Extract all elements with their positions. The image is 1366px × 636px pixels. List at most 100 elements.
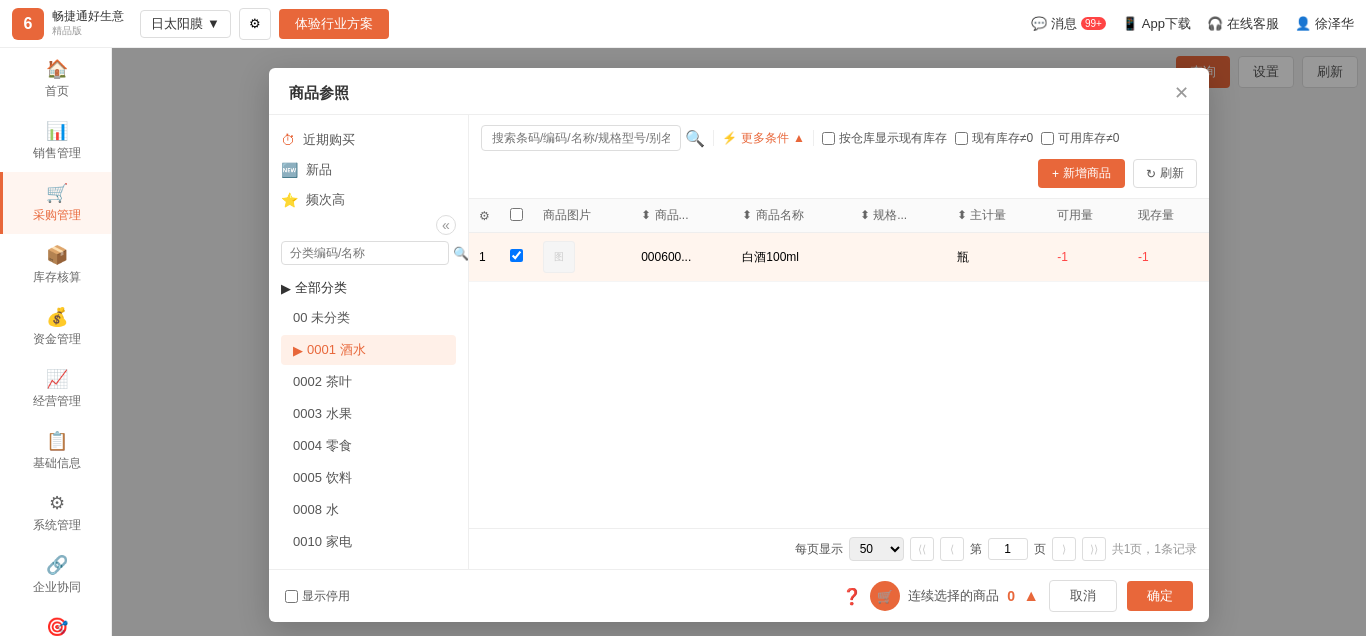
- last-page-button[interactable]: ⟩⟩: [1082, 537, 1106, 561]
- sidebar-item-basics[interactable]: 📋 基础信息: [0, 420, 111, 482]
- by-warehouse-checkbox[interactable]: [822, 132, 835, 145]
- all-categories-header[interactable]: ▶ 全部分类: [281, 273, 456, 303]
- chevron-down-icon: ▼: [207, 16, 220, 31]
- per-page-select[interactable]: 50 10 20 100: [849, 537, 904, 561]
- refresh-button[interactable]: ↻ 刷新: [1133, 159, 1197, 188]
- filter-chevron-up-icon: ▲: [793, 131, 805, 145]
- left-panel: ⏱ 近期购买 🆕 新品 ⭐ 频次高 «: [269, 115, 469, 569]
- recent-icon: ⏱: [281, 132, 295, 148]
- col-code[interactable]: ⬍ 商品...: [631, 199, 732, 233]
- nav-selector[interactable]: 日太阳膜 ▼: [140, 10, 231, 38]
- pagination: 每页显示 50 10 20 100 ⟨⟨ ⟨ 第 页: [469, 528, 1209, 569]
- nav-right: 💬 消息 99+ 📱 App下载 🎧 在线客服 👤 徐泽华: [1031, 15, 1354, 33]
- filter-icon: ⚡: [722, 131, 737, 145]
- help-icon[interactable]: ❓: [842, 587, 862, 606]
- row-select-checkbox[interactable]: [510, 249, 523, 262]
- refresh-icon: ↻: [1146, 167, 1156, 181]
- app-download-button[interactable]: 📱 App下载: [1122, 15, 1191, 33]
- left-high-frequency[interactable]: ⭐ 频次高: [269, 185, 468, 215]
- finance-icon: 💰: [46, 306, 68, 328]
- username-label: 徐泽华: [1315, 15, 1354, 33]
- modal-close-button[interactable]: ✕: [1174, 82, 1189, 104]
- page-number-input[interactable]: [988, 538, 1028, 560]
- category-item-0008[interactable]: 0008 水: [281, 495, 456, 525]
- show-disabled-checkbox[interactable]: [285, 590, 298, 603]
- category-item-0004[interactable]: 0004 零食: [281, 431, 456, 461]
- collapse-panel-button[interactable]: «: [436, 215, 456, 235]
- settings-button[interactable]: ⚙: [239, 8, 271, 40]
- modal-overlay: 商品参照 ✕ ⏱ 近期购买 🆕 新品: [112, 48, 1366, 636]
- col-spec[interactable]: ⬍ 规格...: [850, 199, 947, 233]
- category-item-0002[interactable]: 0002 茶叶: [281, 367, 456, 397]
- basics-icon: 📋: [46, 430, 68, 452]
- prev-page-button[interactable]: ⟨: [940, 537, 964, 561]
- first-page-button[interactable]: ⟨⟨: [910, 537, 934, 561]
- show-disabled-label[interactable]: 显示停用: [285, 588, 350, 605]
- product-reference-modal: 商品参照 ✕ ⏱ 近期购买 🆕 新品: [269, 68, 1209, 622]
- row-num: 1: [469, 233, 500, 282]
- category-search-input[interactable]: [281, 241, 449, 265]
- sidebar-system-label: 系统管理: [33, 517, 81, 534]
- cart-text-label: 连续选择的商品: [908, 587, 999, 605]
- category-item-0001[interactable]: ▶ 0001 酒水: [281, 335, 456, 365]
- sidebar-item-purchase[interactable]: 🛒 采购管理: [0, 172, 111, 234]
- check-available-nonzero[interactable]: 可用库存≠0: [1041, 130, 1119, 147]
- guide-icon: 🎯: [46, 616, 68, 636]
- confirm-button[interactable]: 确定: [1127, 581, 1193, 611]
- next-page-button[interactable]: ⟩: [1052, 537, 1076, 561]
- col-unit-sort-icon: ⬍: [957, 208, 967, 222]
- sidebar-item-inventory[interactable]: 📦 库存核算: [0, 234, 111, 296]
- category-item-0003[interactable]: 0003 水果: [281, 399, 456, 429]
- new-items-label: 新品: [306, 161, 332, 179]
- sidebar-item-home[interactable]: 🏠 首页: [0, 48, 111, 110]
- online-service-label: 在线客服: [1227, 15, 1279, 33]
- col-name-label: 商品名称: [756, 208, 804, 222]
- col-config[interactable]: ⚙: [469, 199, 500, 233]
- cart-button[interactable]: 🛒: [870, 581, 900, 611]
- col-unit[interactable]: ⬍ 主计量: [947, 199, 1047, 233]
- new-icon: 🆕: [281, 162, 298, 178]
- page-prefix-label: 第: [970, 541, 982, 558]
- col-checkbox[interactable]: [500, 199, 533, 233]
- check-stock-nonzero[interactable]: 现有库存≠0: [955, 130, 1033, 147]
- category-item-00[interactable]: 00 未分类: [281, 303, 456, 333]
- logo-sub: 精品版: [52, 24, 124, 38]
- user-profile[interactable]: 👤 徐泽华: [1295, 15, 1354, 33]
- collapse-cart-button[interactable]: ▲: [1023, 587, 1039, 605]
- check-by-warehouse[interactable]: 按仓库显示现有库存: [822, 130, 947, 147]
- table-container: ⚙ 商品图片 ⬍ 商品...: [469, 199, 1209, 528]
- sidebar-item-enterprise[interactable]: 🔗 企业协同: [0, 544, 111, 606]
- category-item-0005[interactable]: 0005 饮料: [281, 463, 456, 493]
- cancel-button[interactable]: 取消: [1049, 580, 1117, 612]
- messages-button[interactable]: 💬 消息 99+: [1031, 15, 1106, 33]
- row-checkbox[interactable]: [500, 233, 533, 282]
- select-all-checkbox[interactable]: [510, 208, 523, 221]
- modal-footer: 显示停用 ❓ 🛒 连续选择的商品 0 ▲ 取消 确定: [269, 569, 1209, 622]
- high-frequency-label: 频次高: [306, 191, 345, 209]
- left-new-items[interactable]: 🆕 新品: [269, 155, 468, 185]
- stock-nonzero-checkbox[interactable]: [955, 132, 968, 145]
- modal-body: ⏱ 近期购买 🆕 新品 ⭐ 频次高 «: [269, 115, 1209, 569]
- sidebar-item-operations[interactable]: 📈 经营管理: [0, 358, 111, 420]
- col-name[interactable]: ⬍ 商品名称: [732, 199, 849, 233]
- product-image-placeholder: 图: [543, 241, 575, 273]
- category-item-0010[interactable]: 0010 家电: [281, 527, 456, 557]
- left-recent-purchase[interactable]: ⏱ 近期购买: [269, 125, 468, 155]
- sidebar-item-finance[interactable]: 💰 资金管理: [0, 296, 111, 358]
- sidebar-item-guide[interactable]: 🎯 新手引导: [0, 606, 111, 636]
- sidebar-item-system[interactable]: ⚙ 系统管理: [0, 482, 111, 544]
- sidebar-item-sales[interactable]: 📊 销售管理: [0, 110, 111, 172]
- operations-icon: 📈: [46, 368, 68, 390]
- home-icon: 🏠: [46, 58, 68, 80]
- category-search-icon[interactable]: 🔍: [453, 246, 469, 261]
- product-search-input[interactable]: [481, 125, 681, 151]
- col-available: 可用量: [1047, 199, 1128, 233]
- available-nonzero-checkbox[interactable]: [1041, 132, 1054, 145]
- trial-button[interactable]: 体验行业方案: [279, 9, 389, 39]
- product-search-button[interactable]: 🔍: [685, 129, 705, 148]
- online-service-button[interactable]: 🎧 在线客服: [1207, 15, 1279, 33]
- add-product-button[interactable]: + 新增商品: [1038, 159, 1125, 188]
- more-filters-button[interactable]: ⚡ 更多条件 ▲: [722, 130, 805, 147]
- table-row[interactable]: 1 图 000600... 白酒100ml 瓶: [469, 233, 1209, 282]
- enterprise-icon: 🔗: [46, 554, 68, 576]
